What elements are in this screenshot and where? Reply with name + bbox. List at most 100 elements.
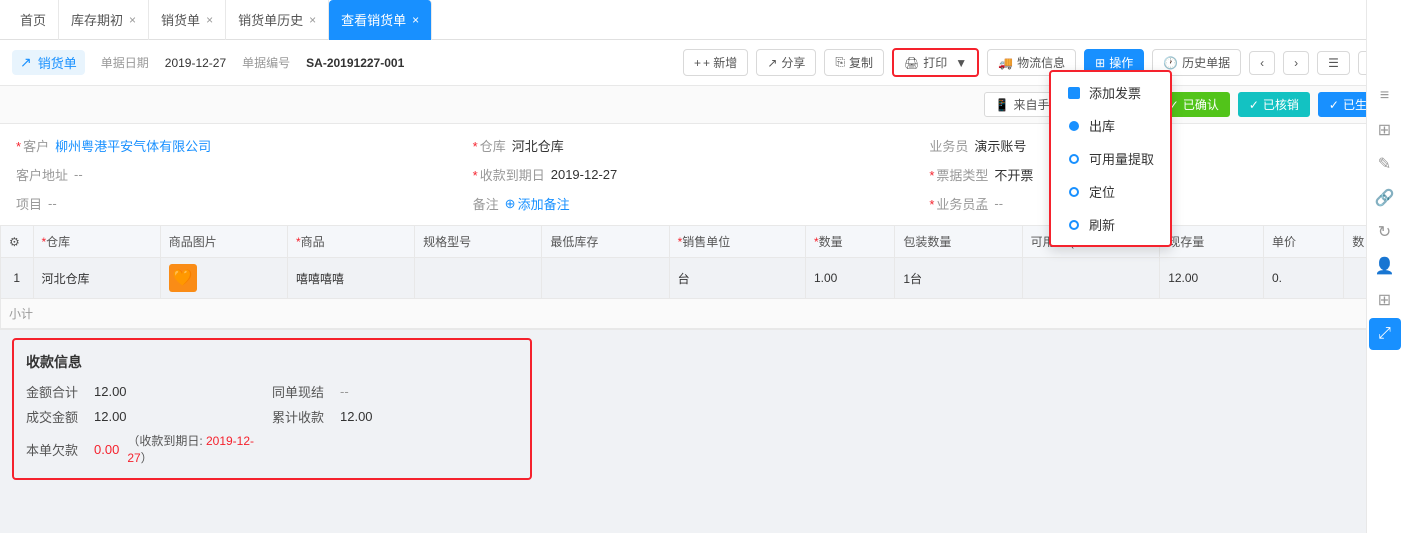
arrears-row: 本单欠款 0.00 （收款到期日: 2019-12-27） [26, 432, 272, 466]
product-image: 🧡 [169, 264, 197, 292]
sidebar-refresh-icon[interactable]: ↻ [1369, 216, 1401, 248]
sidebar-list-icon[interactable]: ≡ [1369, 80, 1401, 112]
add-remark-icon: ⊕ [505, 196, 516, 212]
available-qty-item[interactable]: 可用量提取 [1051, 142, 1170, 175]
deal-amount-value: 12.00 [94, 409, 127, 424]
refresh-item[interactable]: 刷新 [1051, 208, 1170, 241]
payment-date-row: 收款到期日 2019-12-27 [473, 165, 930, 184]
th-pack-qty: 包装数量 [895, 226, 1022, 258]
td-unit-price: 0. [1263, 258, 1343, 299]
copy-icon: ⎘ [835, 55, 845, 70]
out-warehouse-item[interactable]: 出库 [1051, 109, 1170, 142]
print-button[interactable]: 🖨 打印 ▼ [892, 48, 979, 77]
th-unit-price: 单价 [1263, 226, 1343, 258]
tab-home[interactable]: 首页 [8, 0, 59, 40]
share-button[interactable]: ↗ 分享 [756, 49, 816, 76]
th-warehouse: *仓库 [33, 226, 160, 258]
same-order-label: 同单现结 [272, 382, 332, 401]
th-product: *商品 [287, 226, 414, 258]
sidebar-link-icon[interactable]: 🔗 [1369, 182, 1401, 214]
operation-dropdown: 添加发票 出库 可用量提取 定位 刷新 [1049, 70, 1172, 247]
available-qty-icon [1067, 152, 1081, 166]
td-quantity: 1.00 [805, 258, 894, 299]
payment-date-value: 2019-12-27 [551, 167, 618, 182]
customer-value[interactable]: 柳州粤港平安气体有限公司 [55, 136, 211, 155]
print-icon: 🖨 [904, 56, 919, 70]
project-label: 项目 [16, 194, 42, 213]
same-order-value: -- [340, 384, 349, 399]
history-icon: 🕐 [1163, 56, 1178, 70]
business-person-label: 业务员孟 [929, 194, 988, 213]
layout1-button[interactable]: ☰ [1317, 51, 1350, 75]
total-row: 金额合计 12.00 [26, 382, 272, 401]
available-qty-label: 可用量提取 [1089, 149, 1154, 168]
tab-inventory[interactable]: 库存期初 × [59, 0, 149, 40]
warehouse-value: 河北仓库 [512, 136, 564, 155]
out-warehouse-label: 出库 [1089, 116, 1115, 135]
prev-button[interactable]: ‹ [1249, 51, 1275, 75]
doc-type-icon: ↗ [20, 54, 32, 71]
effective-icon: ✓ [1329, 98, 1339, 112]
doc-type-label: 销货单 [38, 53, 77, 72]
sidebar-user-icon[interactable]: 👤 [1369, 250, 1401, 282]
close-sales-history-tab[interactable]: × [309, 13, 316, 27]
tab-sales-history[interactable]: 销货单历史 × [226, 0, 329, 40]
voided-icon: ✓ [1249, 98, 1259, 112]
sidebar-expand-icon[interactable]: ⤢ [1369, 318, 1401, 350]
new-icon: + [694, 56, 701, 70]
salesperson-value: 演示账号 [974, 136, 1026, 155]
business-person-value: -- [994, 196, 1003, 211]
td-stock: 12.00 [1160, 258, 1264, 299]
next-button[interactable]: › [1283, 51, 1309, 75]
share-icon: ↗ [767, 56, 777, 70]
th-min-stock: 最低库存 [542, 226, 669, 258]
address-label: 客户地址 [16, 165, 68, 184]
tab-bar: 首页 库存期初 × 销货单 × 销货单历史 × 查看销货单 × × [0, 0, 1402, 40]
ticket-type-label: 票据类型 [929, 165, 988, 184]
cumulative-label: 累计收款 [272, 407, 332, 426]
td-spec [415, 258, 542, 299]
td-sales-unit: 台 [669, 258, 805, 299]
address-row: 客户地址 -- [16, 165, 473, 184]
doc-date-label: 单据日期 [101, 54, 149, 71]
locate-item[interactable]: 定位 [1051, 175, 1170, 208]
payment-section: 收款信息 金额合计 12.00 同单现结 -- 成交金额 12.00 累计收款 … [12, 338, 532, 480]
copy-button[interactable]: ⎘ 复制 [824, 49, 884, 76]
td-product: 嘻嘻嘻嘻 [287, 258, 414, 299]
close-sales-tab[interactable]: × [206, 13, 213, 27]
customer-label: 客户 [16, 136, 49, 155]
add-invoice-icon [1067, 86, 1081, 100]
close-view-sales-tab[interactable]: × [412, 13, 419, 27]
doc-no-value: SA-20191227-001 [306, 56, 404, 70]
sidebar-grid-icon[interactable]: ⊞ [1369, 114, 1401, 146]
arrears-value: 0.00 [94, 442, 119, 457]
th-settings[interactable]: ⚙ [1, 226, 33, 258]
table-row: 1 河北仓库 🧡 嘻嘻嘻嘻 台 1.00 1台 12.00 0. [1, 258, 1401, 299]
address-value: -- [74, 167, 83, 182]
td-min-stock [542, 258, 669, 299]
close-inventory-tab[interactable]: × [129, 13, 136, 27]
right-sidebar: ≡ ⊞ ✎ 🔗 ↻ 👤 ⊞ ⤢ [1366, 0, 1402, 533]
doc-header: ↗ 销货单 单据日期 2019-12-27 单据编号 SA-20191227-0… [0, 40, 1402, 86]
project-row: 项目 -- [16, 194, 473, 213]
print-dropdown-arrow[interactable]: ▼ [955, 56, 967, 70]
product-table: ⚙ *仓库 商品图片 *商品 规格型号 最低库存 *销售单位 *数量 包装数量 … [1, 226, 1401, 329]
sidebar-data-icon[interactable]: ⊞ [1369, 284, 1401, 316]
add-remark-button[interactable]: ⊕ 添加备注 [505, 194, 570, 213]
total-label: 金额合计 [26, 382, 86, 401]
remark-row: 备注 ⊕ 添加备注 [473, 194, 930, 213]
add-invoice-item[interactable]: 添加发票 [1051, 76, 1170, 109]
new-button[interactable]: + + 新增 [683, 49, 748, 76]
th-quantity: *数量 [805, 226, 894, 258]
operation-icon: ⊞ [1095, 56, 1105, 70]
sidebar-edit-icon[interactable]: ✎ [1369, 148, 1401, 180]
doc-info: 单据日期 2019-12-27 单据编号 SA-20191227-001 [101, 54, 405, 71]
tab-sales[interactable]: 销货单 × [149, 0, 226, 40]
cumulative-value: 12.00 [340, 409, 373, 424]
doc-no-label: 单据编号 [242, 54, 290, 71]
voided-button[interactable]: ✓ 已核销 [1238, 92, 1310, 117]
tab-view-sales[interactable]: 查看销货单 × [329, 0, 432, 40]
subtotal-label: 小计 [1, 299, 1401, 329]
form-area: 客户 柳州粤港平安气体有限公司 仓库 河北仓库 业务员 演示账号 客户地址 --… [0, 124, 1402, 225]
cumulative-row: 累计收款 12.00 [272, 407, 518, 426]
